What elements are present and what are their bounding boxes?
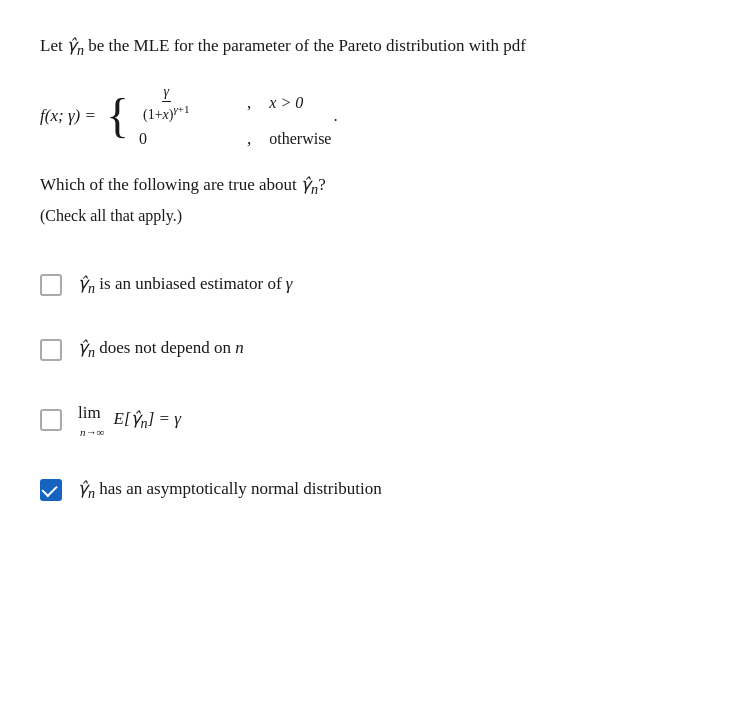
option-4[interactable]: γ̂n has an asymptotically normal distrib… xyxy=(40,458,708,523)
formula-block: f(x; γ) = { γ (1+x)γ+1 , x > 0 0 , other… xyxy=(40,84,708,149)
option-1-label: γ̂n is an unbiased estimator of γ xyxy=(78,271,293,300)
case-row-2: 0 , otherwise xyxy=(139,129,331,149)
case2-comma: , xyxy=(247,129,251,149)
option-2[interactable]: γ̂n does not depend on n xyxy=(40,317,708,382)
formula-period: . xyxy=(333,106,337,126)
subtext: (Check all that apply.) xyxy=(40,207,708,225)
cases-table: γ (1+x)γ+1 , x > 0 0 , otherwise xyxy=(139,84,331,149)
option-2-label: γ̂n does not depend on n xyxy=(78,335,244,364)
checkbox-2[interactable] xyxy=(40,339,62,361)
case2-expr: 0 xyxy=(139,130,229,148)
option-1[interactable]: γ̂n is an unbiased estimator of γ xyxy=(40,253,708,318)
case1-cond: x > 0 xyxy=(269,94,303,112)
case1-comma: , xyxy=(247,93,251,113)
checkbox-3[interactable] xyxy=(40,409,62,431)
formula-lhs: f(x; γ) = xyxy=(40,106,96,126)
option-4-label: γ̂n has an asymptotically normal distrib… xyxy=(78,476,382,505)
case1-expr: γ (1+x)γ+1 xyxy=(139,84,229,123)
checkbox-1[interactable] xyxy=(40,274,62,296)
big-brace: { xyxy=(106,92,129,140)
options-list: γ̂n is an unbiased estimator of γ γ̂n do… xyxy=(40,253,708,523)
case2-cond: otherwise xyxy=(269,130,331,148)
option-3-label: lim n→∞ E[γ̂n] = γ xyxy=(78,400,181,440)
intro-text: Let γ̂n be the MLE for the parameter of … xyxy=(40,32,708,62)
brace-equation: { γ (1+x)γ+1 , x > 0 0 , otherwise xyxy=(106,84,332,149)
case-row-1: γ (1+x)γ+1 , x > 0 xyxy=(139,84,331,123)
option-3[interactable]: lim n→∞ E[γ̂n] = γ xyxy=(40,382,708,458)
checkbox-4[interactable] xyxy=(40,479,62,501)
question-text: Which of the following are true about γ̂… xyxy=(40,171,708,201)
